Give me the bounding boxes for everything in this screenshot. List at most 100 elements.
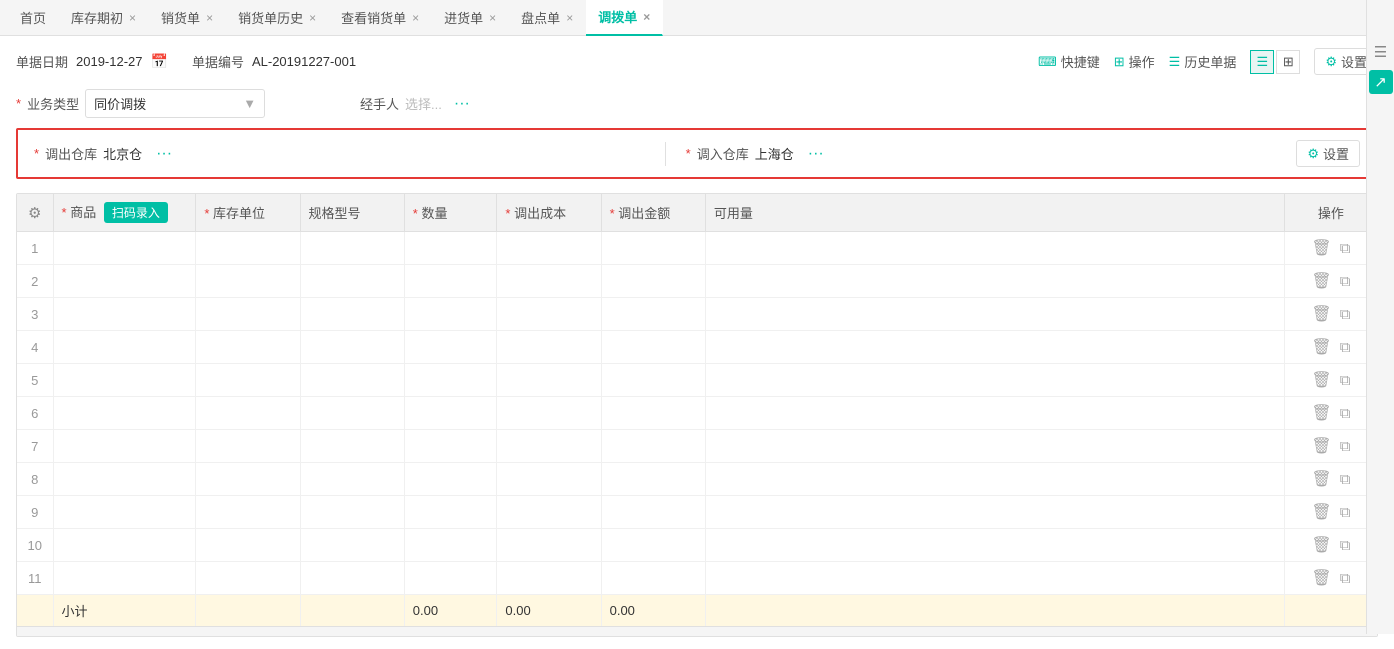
table-cell[interactable] [404, 529, 497, 562]
table-cell[interactable] [53, 496, 196, 529]
copy-row-icon[interactable]: ⧉ [1340, 372, 1351, 389]
delete-row-icon[interactable]: 🗑 [1311, 370, 1331, 390]
table-cell[interactable] [300, 232, 404, 265]
table-cell[interactable] [53, 562, 196, 595]
delete-row-icon[interactable]: 🗑 [1311, 436, 1331, 456]
table-cell[interactable] [705, 232, 1284, 265]
view-list-button[interactable]: ☰ [1250, 50, 1274, 74]
table-cell[interactable] [497, 496, 601, 529]
table-cell[interactable] [705, 331, 1284, 364]
table-cell[interactable] [196, 331, 300, 364]
delete-row-icon[interactable]: 🗑 [1311, 568, 1331, 588]
table-cell[interactable] [497, 397, 601, 430]
delete-row-icon[interactable]: 🗑 [1311, 403, 1331, 423]
table-cell[interactable] [497, 331, 601, 364]
delete-row-icon[interactable]: 🗑 [1311, 271, 1331, 291]
copy-row-icon[interactable]: ⧉ [1340, 240, 1351, 257]
delete-row-icon[interactable]: 🗑 [1311, 502, 1331, 522]
copy-row-icon[interactable]: ⧉ [1340, 570, 1351, 587]
table-cell[interactable] [601, 562, 705, 595]
table-cell[interactable] [196, 232, 300, 265]
table-cell[interactable] [601, 463, 705, 496]
table-cell[interactable] [601, 529, 705, 562]
table-cell[interactable] [196, 496, 300, 529]
close-icon[interactable]: × [206, 11, 213, 25]
table-cell[interactable] [196, 430, 300, 463]
table-cell[interactable] [705, 562, 1284, 595]
table-cell[interactable] [404, 331, 497, 364]
table-cell[interactable] [404, 430, 497, 463]
close-icon[interactable]: × [489, 11, 496, 25]
table-cell[interactable] [404, 265, 497, 298]
section-setting-button[interactable]: ⚙ 设置 [1296, 140, 1360, 167]
table-cell[interactable] [497, 529, 601, 562]
copy-row-icon[interactable]: ⧉ [1340, 405, 1351, 422]
out-warehouse-more-icon[interactable]: ··· [156, 145, 172, 163]
table-cell[interactable] [300, 265, 404, 298]
shortcut-button[interactable]: ⌨ 快捷键 [1038, 52, 1100, 71]
table-cell[interactable] [705, 430, 1284, 463]
table-cell[interactable] [300, 496, 404, 529]
horizontal-scrollbar[interactable] [17, 626, 1377, 636]
tab-transfer-order[interactable]: 调拨单 × [586, 0, 663, 36]
table-cell[interactable] [196, 562, 300, 595]
delete-row-icon[interactable]: 🗑 [1311, 535, 1331, 555]
table-cell[interactable] [705, 298, 1284, 331]
table-cell[interactable] [404, 397, 497, 430]
delete-row-icon[interactable]: 🗑 [1311, 469, 1331, 489]
table-cell[interactable] [53, 298, 196, 331]
table-cell[interactable] [404, 562, 497, 595]
business-type-select[interactable]: 同价调拨 ▼ [85, 89, 265, 118]
table-cell[interactable] [497, 463, 601, 496]
table-cell[interactable] [497, 430, 601, 463]
table-cell[interactable] [404, 463, 497, 496]
table-cell[interactable] [53, 397, 196, 430]
history-button[interactable]: ☰ 历史单据 [1169, 52, 1237, 71]
table-cell[interactable] [601, 331, 705, 364]
table-cell[interactable] [705, 397, 1284, 430]
table-cell[interactable] [300, 364, 404, 397]
table-cell[interactable] [53, 265, 196, 298]
table-cell[interactable] [497, 298, 601, 331]
tab-sales-history[interactable]: 销货单历史 × [226, 0, 329, 36]
tab-view-sales[interactable]: 查看销货单 × [329, 0, 432, 36]
table-gear-icon[interactable]: ⚙ [28, 205, 41, 222]
tab-home[interactable]: 首页 [8, 0, 59, 36]
calendar-icon[interactable]: 📅 [151, 53, 168, 70]
delete-row-icon[interactable]: 🗑 [1311, 238, 1331, 258]
close-icon[interactable]: × [566, 11, 573, 25]
table-cell[interactable] [300, 562, 404, 595]
table-scroll[interactable]: ⚙ * 商品 扫码录入 * 库存单位 规格型号 [17, 194, 1377, 626]
table-cell[interactable] [705, 496, 1284, 529]
table-cell[interactable] [705, 265, 1284, 298]
copy-row-icon[interactable]: ⧉ [1340, 306, 1351, 323]
table-cell[interactable] [601, 430, 705, 463]
copy-row-icon[interactable]: ⧉ [1340, 438, 1351, 455]
table-cell[interactable] [404, 496, 497, 529]
person-more-icon[interactable]: ··· [454, 95, 470, 113]
table-cell[interactable] [53, 331, 196, 364]
sidebar-list-icon[interactable]: ☰ [1369, 40, 1393, 64]
table-cell[interactable] [601, 232, 705, 265]
table-cell[interactable] [601, 364, 705, 397]
table-cell[interactable] [53, 529, 196, 562]
table-cell[interactable] [601, 496, 705, 529]
table-cell[interactable] [300, 463, 404, 496]
copy-row-icon[interactable]: ⧉ [1340, 504, 1351, 521]
table-cell[interactable] [196, 397, 300, 430]
close-icon[interactable]: × [643, 10, 650, 24]
close-icon[interactable]: × [412, 11, 419, 25]
copy-row-icon[interactable]: ⧉ [1340, 273, 1351, 290]
table-cell[interactable] [601, 397, 705, 430]
table-cell[interactable] [196, 529, 300, 562]
view-grid-button[interactable]: ⊞ [1276, 50, 1300, 74]
table-cell[interactable] [196, 364, 300, 397]
table-cell[interactable] [497, 562, 601, 595]
scan-input-button[interactable]: 扫码录入 [104, 202, 168, 223]
in-warehouse-more-icon[interactable]: ··· [808, 145, 824, 163]
sidebar-export-icon[interactable]: ↗ [1369, 70, 1393, 94]
table-cell[interactable] [196, 463, 300, 496]
table-cell[interactable] [300, 397, 404, 430]
table-cell[interactable] [53, 430, 196, 463]
delete-row-icon[interactable]: 🗑 [1311, 337, 1331, 357]
